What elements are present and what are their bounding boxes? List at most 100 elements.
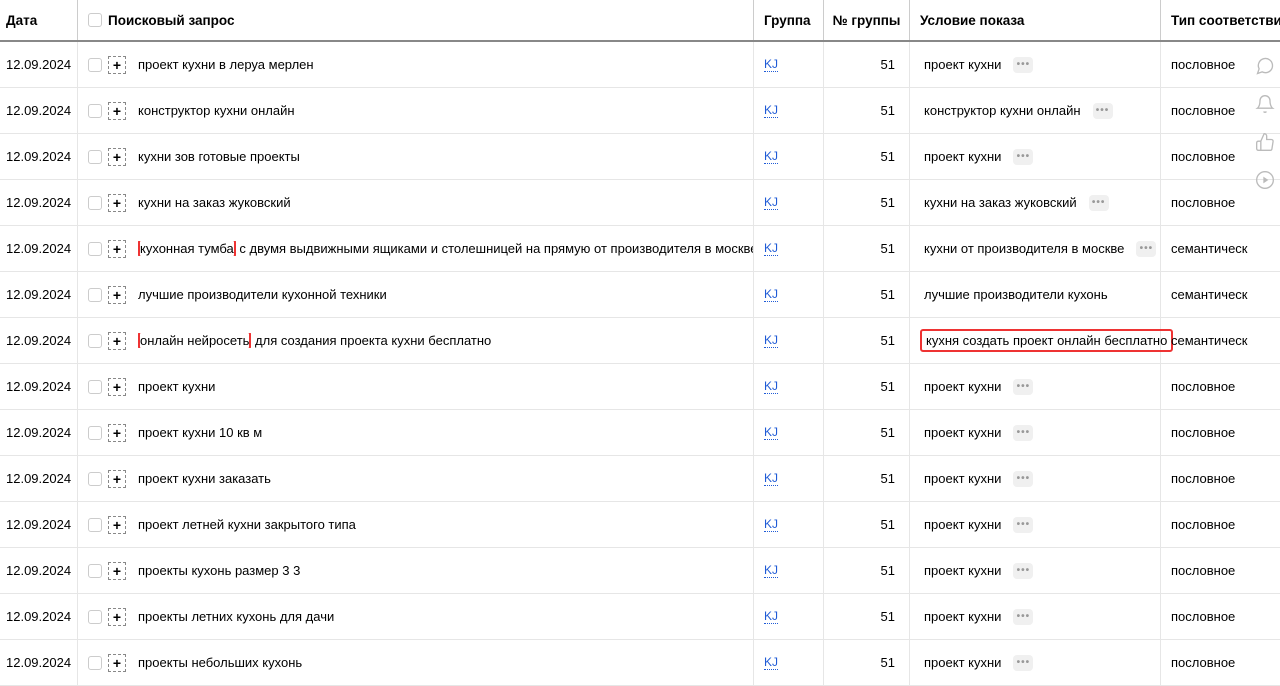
condition-text: кухни от производителя в москве <box>920 239 1128 258</box>
add-button[interactable]: + <box>108 516 126 534</box>
add-button[interactable]: + <box>108 286 126 304</box>
group-link[interactable]: KJ <box>764 333 778 348</box>
condition-text: проект кухни <box>920 561 1005 580</box>
row-checkbox[interactable] <box>88 150 102 164</box>
more-icon[interactable]: ••• <box>1013 563 1033 579</box>
group-link[interactable]: KJ <box>764 655 778 670</box>
more-icon[interactable]: ••• <box>1013 149 1033 165</box>
more-icon[interactable]: ••• <box>1013 379 1033 395</box>
add-button[interactable]: + <box>108 378 126 396</box>
cell-query: +онлайн нейросеть для создания проекта к… <box>78 318 754 363</box>
row-checkbox[interactable] <box>88 242 102 256</box>
cell-date: 12.09.2024 <box>0 548 78 593</box>
add-button[interactable]: + <box>108 56 126 74</box>
cell-groupnum: 51 <box>824 134 910 179</box>
table-row: 12.09.2024+онлайн нейросеть для создания… <box>0 318 1280 364</box>
query-text: кухонная тумба с двумя выдвижными ящикам… <box>132 241 753 256</box>
more-icon[interactable]: ••• <box>1093 103 1113 119</box>
col-header-query: Поисковый запрос <box>78 0 754 40</box>
table-row: 12.09.2024+проекты кухонь размер 3 3KJ51… <box>0 548 1280 594</box>
cell-type: пословное <box>1161 594 1280 639</box>
add-button[interactable]: + <box>108 654 126 672</box>
table-row: 12.09.2024+кухни зов готовые проектыKJ51… <box>0 134 1280 180</box>
more-icon[interactable]: ••• <box>1136 241 1156 257</box>
add-button[interactable]: + <box>108 562 126 580</box>
row-checkbox[interactable] <box>88 380 102 394</box>
row-checkbox[interactable] <box>88 472 102 486</box>
cell-query: + лучшие производители кухонной техники <box>78 272 754 317</box>
add-button[interactable]: + <box>108 332 126 350</box>
condition-text: кухня создать проект онлайн бесплатно <box>920 329 1173 352</box>
condition-text: проект кухни <box>920 607 1005 626</box>
group-link[interactable]: KJ <box>764 149 778 164</box>
cell-groupnum: 51 <box>824 410 910 455</box>
cell-groupnum: 51 <box>824 364 910 409</box>
condition-text: проект кухни <box>920 469 1005 488</box>
thumbs-up-icon[interactable] <box>1255 132 1275 152</box>
col-header-query-label[interactable]: Поисковый запрос <box>108 13 234 28</box>
table-row: 12.09.2024+проекты летних кухонь для дач… <box>0 594 1280 640</box>
group-link[interactable]: KJ <box>764 563 778 578</box>
row-checkbox[interactable] <box>88 196 102 210</box>
query-text: кухни на заказ жуковский <box>132 195 291 210</box>
row-checkbox[interactable] <box>88 426 102 440</box>
col-header-group[interactable]: Группа <box>754 0 824 40</box>
cell-date: 12.09.2024 <box>0 640 78 685</box>
row-checkbox[interactable] <box>88 334 102 348</box>
row-checkbox[interactable] <box>88 288 102 302</box>
group-link[interactable]: KJ <box>764 103 778 118</box>
query-text: проект летней кухни закрытого типа <box>132 517 356 532</box>
add-button[interactable]: + <box>108 148 126 166</box>
row-checkbox[interactable] <box>88 564 102 578</box>
more-icon[interactable]: ••• <box>1013 609 1033 625</box>
more-icon[interactable]: ••• <box>1013 57 1033 73</box>
group-link[interactable]: KJ <box>764 425 778 440</box>
group-link[interactable]: KJ <box>764 379 778 394</box>
group-link[interactable]: KJ <box>764 241 778 256</box>
more-icon[interactable]: ••• <box>1013 471 1033 487</box>
select-all-checkbox[interactable] <box>88 13 102 27</box>
cell-query: + кухонная тумба с двумя выдвижными ящика… <box>78 226 754 271</box>
cell-groupnum: 51 <box>824 640 910 685</box>
group-link[interactable]: KJ <box>764 57 778 72</box>
col-header-type[interactable]: Тип соответствия <box>1161 0 1280 40</box>
row-checkbox[interactable] <box>88 104 102 118</box>
bell-icon[interactable] <box>1255 94 1275 114</box>
group-link[interactable]: KJ <box>764 287 778 302</box>
row-checkbox[interactable] <box>88 58 102 72</box>
row-checkbox[interactable] <box>88 518 102 532</box>
cell-group: KJ <box>754 410 824 455</box>
query-text: лучшие производители кухонной техники <box>132 287 387 302</box>
group-link[interactable]: KJ <box>764 195 778 210</box>
condition-text: проект кухни <box>920 515 1005 534</box>
cell-groupnum: 51 <box>824 226 910 271</box>
add-button[interactable]: + <box>108 194 126 212</box>
add-button[interactable]: + <box>108 102 126 120</box>
row-checkbox[interactable] <box>88 656 102 670</box>
cell-type: пословное <box>1161 640 1280 685</box>
add-button[interactable]: + <box>108 240 126 258</box>
more-icon[interactable]: ••• <box>1089 195 1109 211</box>
group-link[interactable]: KJ <box>764 471 778 486</box>
add-button[interactable]: + <box>108 470 126 488</box>
cell-date: 12.09.2024 <box>0 318 78 363</box>
add-button[interactable]: + <box>108 424 126 442</box>
group-link[interactable]: KJ <box>764 517 778 532</box>
cell-query: +проекты летних кухонь для дачи <box>78 594 754 639</box>
more-icon[interactable]: ••• <box>1013 655 1033 671</box>
col-header-condition[interactable]: Условие показа <box>910 0 1161 40</box>
cell-group: KJ <box>754 548 824 593</box>
chat-icon[interactable] <box>1255 56 1275 76</box>
cell-date: 12.09.2024 <box>0 410 78 455</box>
row-checkbox[interactable] <box>88 610 102 624</box>
col-header-groupnum[interactable]: № группы <box>824 0 910 40</box>
cell-group: KJ <box>754 42 824 87</box>
query-text: проект кухни заказать <box>132 471 271 486</box>
add-button[interactable]: + <box>108 608 126 626</box>
group-link[interactable]: KJ <box>764 609 778 624</box>
cell-date: 12.09.2024 <box>0 594 78 639</box>
play-icon[interactable] <box>1255 170 1275 190</box>
col-header-date[interactable]: Дата <box>0 0 78 40</box>
more-icon[interactable]: ••• <box>1013 517 1033 533</box>
more-icon[interactable]: ••• <box>1013 425 1033 441</box>
